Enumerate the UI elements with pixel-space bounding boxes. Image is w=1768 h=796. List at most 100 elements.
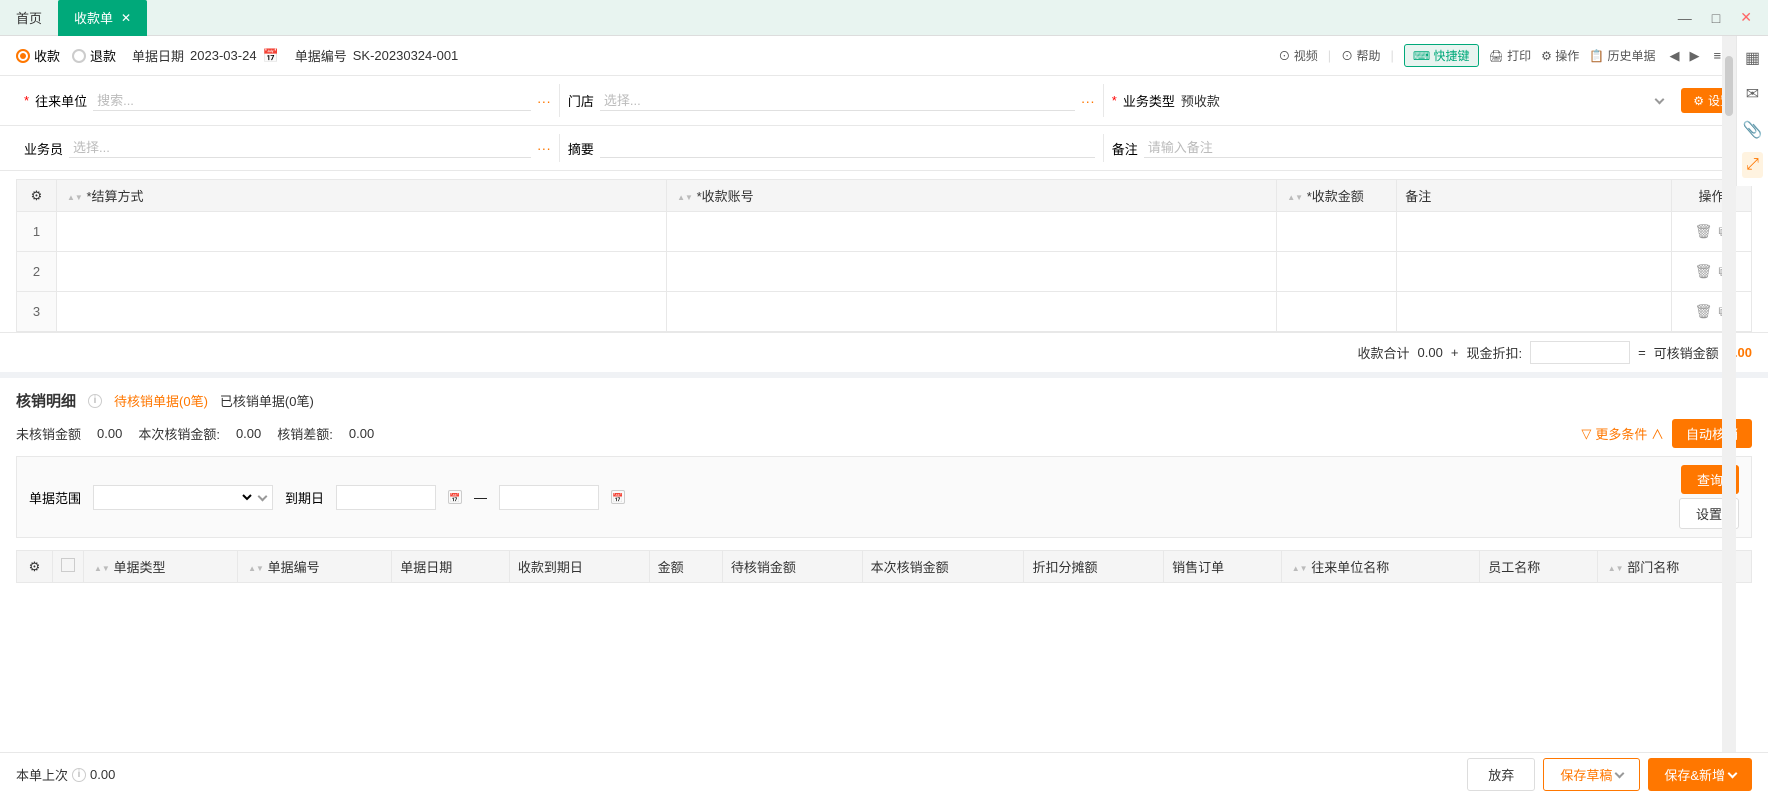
row3-account[interactable] xyxy=(667,292,1277,332)
auto-verify-btn[interactable]: 自动核销 xyxy=(1672,419,1752,448)
btn-video[interactable]: ⊙ 视频 xyxy=(1278,47,1317,64)
radio-shoukuan[interactable]: 收款 xyxy=(16,46,60,65)
sidebar-mail-icon[interactable]: ✉ xyxy=(1742,80,1763,108)
btn-shortcut[interactable]: ⌨ 快捷键 xyxy=(1404,44,1479,67)
range-select-wrapper xyxy=(93,485,273,510)
bth-unit-name-label: 往来单位名称 xyxy=(1311,560,1389,575)
discount-input[interactable] xyxy=(1530,341,1630,364)
sort-dept-name[interactable]: ▲▼ xyxy=(1608,565,1624,573)
biz-type-dropdown-icon[interactable] xyxy=(1655,95,1665,105)
minimize-btn[interactable]: — xyxy=(1672,8,1698,28)
equals-sign: = xyxy=(1638,345,1646,360)
current-verify-value: 0.00 xyxy=(236,426,261,441)
tab-pending[interactable]: 待核销单据(0笔) xyxy=(114,391,208,410)
save-new-btn[interactable]: 保存&新增 xyxy=(1648,758,1752,791)
from-unit-input[interactable] xyxy=(93,91,531,111)
save-draft-btn[interactable]: 保存草稿 xyxy=(1543,758,1640,791)
row2-account[interactable] xyxy=(667,252,1277,292)
row1-settlement[interactable] xyxy=(57,212,667,252)
row1-remark[interactable] xyxy=(1397,212,1672,252)
row1-amount[interactable] xyxy=(1277,212,1397,252)
sort-doc-type[interactable]: ▲▼ xyxy=(94,565,110,573)
summary-input[interactable] xyxy=(600,138,1095,158)
sort-unit-name[interactable]: ▲▼ xyxy=(1292,565,1308,573)
staff-more[interactable]: ··· xyxy=(537,140,551,156)
row3-settlement[interactable] xyxy=(57,292,667,332)
radio-group: 收款 退款 xyxy=(16,46,116,65)
sort-doc-num[interactable]: ▲▼ xyxy=(248,565,264,573)
table-settings-header[interactable]: ⚙ xyxy=(17,180,57,212)
row1-account[interactable] xyxy=(667,212,1277,252)
scroll-indicator[interactable] xyxy=(1722,36,1736,752)
date-to-input[interactable]: 2022-04-12 xyxy=(499,485,599,510)
remark-input[interactable] xyxy=(1144,138,1744,158)
th-remark: 备注 xyxy=(1397,180,1672,212)
row3-amount[interactable] xyxy=(1277,292,1397,332)
from-unit-more[interactable]: ··· xyxy=(537,93,551,109)
sidebar-table-icon[interactable]: ▦ xyxy=(1741,44,1764,72)
diff-value: 0.00 xyxy=(349,426,374,441)
range-select[interactable] xyxy=(100,489,255,506)
date-filter-row: 单据范围 到期日 2022-04-01 📅 — 2022-04-12 📅 查询 … xyxy=(16,456,1752,538)
row1-num: 1 xyxy=(17,212,57,252)
th-remark-label: 备注 xyxy=(1405,189,1431,204)
remark-label: 备注 xyxy=(1112,139,1138,158)
form-header: 收款 退款 单据日期 2023-03-24 📅 单据编号 SK-20230324… xyxy=(0,36,1768,76)
verify-info-icon[interactable]: i xyxy=(88,394,102,408)
row2-delete-icon[interactable]: 🗑 xyxy=(1695,263,1713,280)
btn-print[interactable]: 🖨 打印 xyxy=(1489,47,1532,64)
bth-doc-num-label: 单据编号 xyxy=(268,560,320,575)
total-label: 收款合计 xyxy=(1358,343,1410,362)
date-label: 单据日期 xyxy=(132,46,184,65)
tab-home[interactable]: 首页 xyxy=(0,0,58,36)
save-draft-dropdown-icon[interactable] xyxy=(1615,769,1625,779)
abandon-btn[interactable]: 放弃 xyxy=(1467,758,1535,791)
tab-close-icon[interactable]: ✕ xyxy=(121,11,131,25)
maximize-btn[interactable]: □ xyxy=(1706,8,1726,28)
th-settlement-label: *结算方式 xyxy=(86,189,143,204)
date-from-input[interactable]: 2022-04-01 xyxy=(336,485,436,510)
range-label: 单据范围 xyxy=(29,488,81,507)
available-label: 可核销金额 xyxy=(1654,343,1719,362)
summary-label: 摘要 xyxy=(568,139,594,158)
radio-tuikuan-label: 退款 xyxy=(90,46,116,65)
sort-settlement[interactable]: ▲▼ xyxy=(67,194,83,202)
btn-operation[interactable]: ⚙ 操作 xyxy=(1541,47,1579,64)
row2-remark[interactable] xyxy=(1397,252,1672,292)
sidebar-expand-icon[interactable]: ⤢ xyxy=(1742,152,1763,178)
row3-remark[interactable] xyxy=(1397,292,1672,332)
row3-delete-icon[interactable]: 🗑 xyxy=(1695,303,1713,320)
row2-amount[interactable] xyxy=(1277,252,1397,292)
bottom-table-wrapper: ⚙ ▲▼ 单据类型 ▲▼ 单据编号 xyxy=(16,546,1752,583)
btn-help[interactable]: ⊙ 帮助 xyxy=(1341,47,1380,64)
staff-input[interactable] xyxy=(69,138,531,158)
btn-history[interactable]: 📋 历史单据 xyxy=(1589,47,1655,64)
footer-info: 本单上次 i 0.00 xyxy=(16,765,115,784)
sidebar-clip-icon[interactable]: 📎 xyxy=(1739,116,1767,144)
sort-amount[interactable]: ▲▼ xyxy=(1287,194,1303,202)
radio-tuikuan[interactable]: 退款 xyxy=(72,46,116,65)
row2-settlement[interactable] xyxy=(57,252,667,292)
cal-from-icon[interactable]: 📅 xyxy=(448,490,462,504)
footer-info-icon[interactable]: i xyxy=(72,768,86,782)
bth-settings[interactable]: ⚙ xyxy=(17,551,53,583)
nav-left[interactable]: ◀ xyxy=(1666,46,1684,66)
row1-delete-icon[interactable]: 🗑 xyxy=(1695,223,1713,240)
header-checkbox[interactable] xyxy=(61,558,75,572)
unverified-label: 未核销金额 xyxy=(16,424,81,443)
plus-sign: + xyxy=(1451,345,1459,360)
more-conditions-btn[interactable]: ▽ 更多条件 ∧ xyxy=(1581,424,1664,443)
cal-to-icon[interactable]: 📅 xyxy=(611,490,625,504)
store-more[interactable]: ··· xyxy=(1081,93,1095,109)
bottom-gear-icon: ⚙ xyxy=(29,559,41,574)
nav-list-icon[interactable]: ≡ xyxy=(1714,48,1722,63)
bottom-table: ⚙ ▲▼ 单据类型 ▲▼ 单据编号 xyxy=(16,550,1752,583)
sort-account[interactable]: ▲▼ xyxy=(677,194,693,202)
tab-receipt[interactable]: 收款单 ✕ xyxy=(58,0,147,36)
nav-right[interactable]: ▶ xyxy=(1686,46,1704,66)
store-input[interactable] xyxy=(600,91,1075,111)
close-btn[interactable]: ✕ xyxy=(1734,7,1758,28)
calendar-icon[interactable]: 📅 xyxy=(263,48,279,64)
tab-done[interactable]: 已核销单据(0笔) xyxy=(220,391,314,410)
save-new-dropdown-icon[interactable] xyxy=(1728,769,1738,779)
